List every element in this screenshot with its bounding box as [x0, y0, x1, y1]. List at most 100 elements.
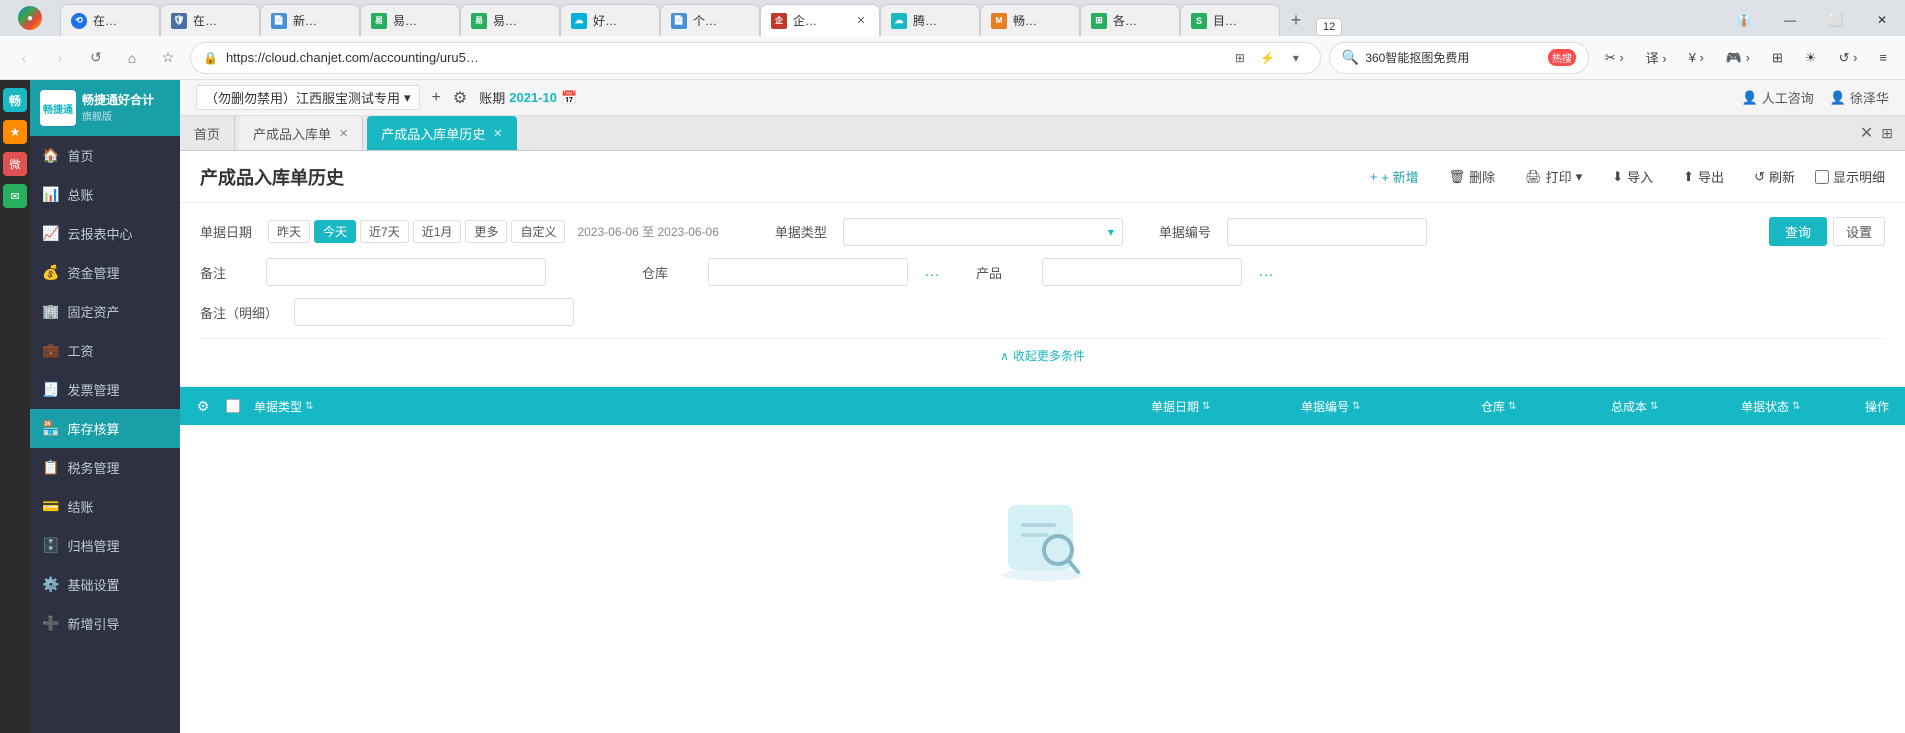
browser-tab-8[interactable]: 企 企… ✕ [760, 4, 880, 36]
tab-product-list[interactable]: 产成品入库单 ✕ [239, 116, 363, 150]
sidebar-item-tax[interactable]: 📋 税务管理 [30, 448, 180, 487]
browser-tab-3[interactable]: 📄 新… [260, 4, 360, 36]
undo-tool[interactable]: ↺ › [1831, 44, 1866, 72]
setting-button[interactable]: 设置 [1833, 217, 1885, 246]
sidebar-item-payroll[interactable]: 💼 工资 [30, 331, 180, 370]
date-btn-custom[interactable]: 自定义 [511, 220, 565, 243]
table-settings-icon[interactable]: ⚙ [188, 398, 218, 415]
show-fields-toggle[interactable] [1815, 170, 1829, 184]
inner-close-btn[interactable]: ✕ [1860, 123, 1873, 143]
sidebar-item-invoice[interactable]: 🧾 发票管理 [30, 370, 180, 409]
detail-note-input[interactable] [294, 298, 574, 326]
add-account-button[interactable]: + [432, 89, 441, 107]
app-bar-icon-1[interactable]: 畅 [3, 88, 27, 112]
sidebar-item-inventory[interactable]: 🏪 库存核算 [30, 409, 180, 448]
product-filter-input[interactable] [1042, 258, 1242, 286]
col-header-type[interactable]: 单据类型 ⇅ [248, 398, 1145, 415]
address-dropdown-icon[interactable]: ▾ [1284, 46, 1308, 70]
date-btn-today[interactable]: 今天 [314, 220, 356, 243]
app-bar-icon-mail[interactable]: ✉ [3, 184, 27, 208]
grid-tool[interactable]: ⊞ [1764, 44, 1791, 72]
col-header-number[interactable]: 单据编号 ⇅ [1295, 398, 1475, 415]
note-filter-input[interactable] [266, 258, 546, 286]
product-ellipsis[interactable]: … [1258, 263, 1274, 281]
refresh-action-button[interactable]: ↺ 刷新 [1744, 163, 1805, 190]
search-bar[interactable]: 🔍 360智能抠图免费用 热搜 [1329, 42, 1589, 74]
scissors-tool[interactable]: ✂ › [1597, 44, 1632, 72]
forward-button[interactable]: › [46, 44, 74, 72]
tab-history-close[interactable]: ✕ [493, 127, 502, 140]
sidebar-item-archive[interactable]: 🗄️ 归档管理 [30, 526, 180, 565]
sidebar-item-fixed-assets[interactable]: 🏢 固定资产 [30, 292, 180, 331]
account-selector[interactable]: （勿删勿禁用）江西服宝测试专用 ▾ [196, 85, 420, 110]
settings-button[interactable]: ⚙ [453, 88, 467, 108]
browser-tab-7[interactable]: 📄 个… [660, 4, 760, 36]
select-all-checkbox[interactable] [226, 399, 240, 413]
translate-tool[interactable]: 译 › [1638, 44, 1675, 72]
yuan-tool[interactable]: ¥ › [1681, 44, 1712, 72]
grid-icon[interactable]: ⊞ [1228, 46, 1252, 70]
print-button[interactable]: 🖨 打印 ▾ [1515, 163, 1592, 190]
browser-tab-5[interactable]: 易 易… [460, 4, 560, 36]
delete-button[interactable]: 🗑 删除 [1439, 163, 1506, 190]
tab-product-history[interactable]: 产成品入库单历史 ✕ [367, 116, 517, 150]
add-button[interactable]: + + 新增 [1360, 163, 1429, 190]
window-maximize-button[interactable]: ⬜ [1813, 4, 1859, 36]
period-selector[interactable]: 账期 2021-10 📅 [479, 88, 577, 107]
col-header-warehouse[interactable]: 仓库 ⇅ [1475, 398, 1605, 415]
sidebar-item-settlement[interactable]: 💳 结账 [30, 487, 180, 526]
sidebar-item-basic[interactable]: ⚙️ 基础设置 [30, 565, 180, 604]
tab-list-close[interactable]: ✕ [339, 127, 348, 140]
app-bar-icon-weibo[interactable]: 微 [3, 152, 27, 176]
breadcrumb-home[interactable]: 首页 [180, 116, 235, 150]
back-button[interactable]: ‹ [10, 44, 38, 72]
date-btn-1month[interactable]: 近1月 [413, 220, 462, 243]
address-bar[interactable]: 🔒 https://cloud.chanjet.com/accounting/u… [190, 42, 1321, 74]
browser-tab-11[interactable]: ⊞ 各… [1080, 4, 1180, 36]
browser-tab-2[interactable]: 🛡 在… [160, 4, 260, 36]
type-filter-select[interactable]: ▾ [843, 218, 1123, 246]
warehouse-filter-input[interactable] [708, 258, 908, 286]
game-tool[interactable]: 🎮 › [1718, 44, 1758, 72]
window-minimize-button[interactable]: — [1767, 4, 1813, 36]
date-btn-7days[interactable]: 近7天 [360, 220, 409, 243]
col-header-date[interactable]: 单据日期 ⇅ [1145, 398, 1295, 415]
warehouse-ellipsis[interactable]: … [924, 263, 940, 281]
sidebar-item-home[interactable]: 🏠 首页 [30, 136, 180, 175]
browser-tab-4[interactable]: 易 易… [360, 4, 460, 36]
export-button[interactable]: ⬆ 导出 [1673, 163, 1734, 190]
col-header-cost[interactable]: 总成本 ⇅ [1605, 398, 1735, 415]
browser-tab-1[interactable]: ⟲ 在… [60, 4, 160, 36]
window-shirt-icon[interactable]: 👔 [1721, 4, 1767, 36]
query-button[interactable]: 查询 [1769, 217, 1827, 246]
browser-tab-6[interactable]: ☁ 好… [560, 4, 660, 36]
lightning-icon[interactable]: ⚡ [1256, 46, 1280, 70]
sidebar-item-new-voucher[interactable]: ➕ 新增引导 [30, 604, 180, 643]
tab-count-badge[interactable]: 12 [1316, 18, 1342, 36]
inner-menu-btn[interactable]: ⊞ [1881, 125, 1893, 142]
import-button[interactable]: ⬇ 导入 [1602, 163, 1663, 190]
browser-tab-9[interactable]: ☁ 腾… [880, 4, 980, 36]
tab-close-8[interactable]: ✕ [853, 13, 869, 29]
refresh-button[interactable]: ↺ [82, 44, 110, 72]
sun-tool[interactable]: ☀ [1797, 44, 1825, 72]
sidebar-item-ledger[interactable]: 📊 总账 [30, 175, 180, 214]
customer-service-button[interactable]: 👤 人工咨询 [1742, 88, 1814, 107]
show-fields-checkbox[interactable]: 显示明细 [1815, 167, 1885, 186]
bookmark-button[interactable]: ☆ [154, 44, 182, 72]
col-header-status[interactable]: 单据状态 ⇅ [1735, 398, 1865, 415]
date-btn-yesterday[interactable]: 昨天 [268, 220, 310, 243]
new-tab-button[interactable]: + [1280, 4, 1312, 36]
window-close-button[interactable]: ✕ [1859, 4, 1905, 36]
menu-tool[interactable]: ≡ [1871, 44, 1895, 72]
collapse-button[interactable]: ∧ 收起更多条件 [1000, 347, 1085, 364]
sidebar-header[interactable]: 畅捷通 畅捷通好合计 旗舰版 [30, 80, 180, 136]
sidebar-item-capital[interactable]: 💰 资金管理 [30, 253, 180, 292]
browser-tab-10[interactable]: M 畅… [980, 4, 1080, 36]
date-btn-more[interactable]: 更多 [465, 220, 507, 243]
user-avatar[interactable]: 👤 徐泽华 [1830, 88, 1889, 107]
number-filter-input[interactable] [1227, 218, 1427, 246]
app-bar-icon-2[interactable]: ★ [3, 120, 27, 144]
table-select-all[interactable] [218, 399, 248, 413]
browser-tab-12[interactable]: S 目… [1180, 4, 1280, 36]
